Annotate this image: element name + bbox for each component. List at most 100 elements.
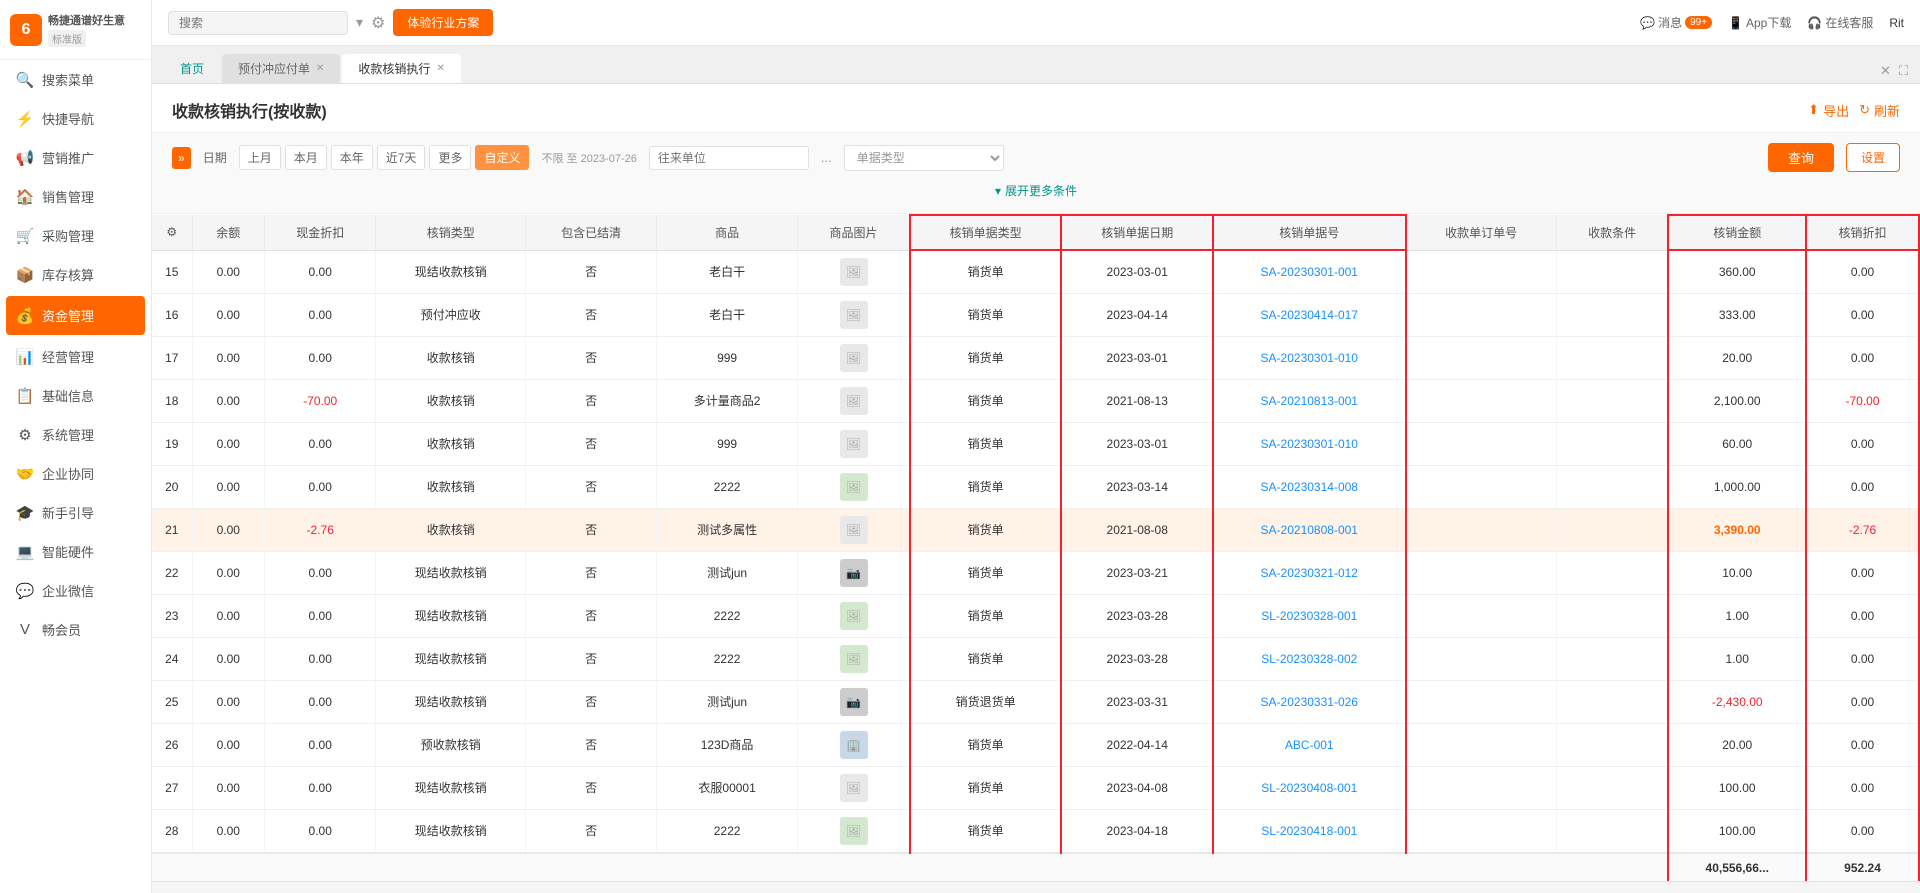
source-unit-input[interactable] — [649, 146, 809, 170]
row-discount: -2.76 — [1806, 508, 1919, 551]
close-window-icon[interactable]: ✕ — [1880, 63, 1891, 79]
custom-date-btn[interactable]: 自定义 — [475, 145, 529, 170]
topbar-dropdown-icon[interactable]: ▾ — [356, 14, 363, 31]
row-doc-date: 2023-03-01 — [1061, 422, 1213, 465]
tab-collection-close-icon[interactable]: ✕ — [436, 63, 444, 74]
solution-button[interactable]: 体验行业方案 — [393, 9, 493, 36]
tab-prepay-close-icon[interactable]: ✕ — [316, 63, 324, 74]
money-icon: 💰 — [16, 307, 34, 325]
row-goods: 测试jun — [656, 551, 797, 594]
row-type: 收款核销 — [376, 508, 526, 551]
sidebar-item-wechat[interactable]: 💬 企业微信 — [0, 571, 151, 610]
row-cash-discount: 0.00 — [265, 250, 376, 293]
sidebar-item-member[interactable]: V 畅会员 — [0, 610, 151, 649]
doc-no-link[interactable]: SA-20230414-017 — [1261, 308, 1358, 322]
sidebar-item-sales[interactable]: 🏠 销售管理 — [0, 177, 151, 216]
row-doc-type: 销货单 — [910, 336, 1062, 379]
filter-collapse-btn[interactable]: » — [172, 147, 191, 169]
sidebar-label-hardware: 智能硬件 — [42, 542, 94, 561]
main-area: ▾ ⚙ 体验行业方案 💬 消息 99+ 📱 App下载 🎧 在线客服 Rit 首… — [152, 0, 1920, 893]
tab-prepay[interactable]: 预付冲应付单 ✕ — [222, 54, 340, 83]
expand-conditions-btn[interactable]: ▾ 展开更多条件 — [985, 178, 1087, 203]
doc-no-link[interactable]: SA-20210813-001 — [1261, 394, 1358, 408]
cart-icon: 🛒 — [16, 227, 34, 245]
tab-home-label: 首页 — [180, 60, 204, 77]
app-download-area[interactable]: 📱 App下载 — [1728, 14, 1791, 31]
doc-no-link[interactable]: SA-20230331-026 — [1261, 695, 1358, 709]
table-row-highlighted: 21 0.00 -2.76 收款核销 否 测试多属性 🖼 销货单 2021-08… — [152, 508, 1919, 551]
sidebar-item-hardware[interactable]: 💻 智能硬件 — [0, 532, 151, 571]
row-img: 🖼 — [798, 293, 910, 336]
row-balance: 0.00 — [192, 680, 265, 723]
refresh-button[interactable]: ↻ 刷新 — [1859, 101, 1900, 120]
topbar-search-input[interactable] — [168, 11, 348, 35]
table-row: 22 0.00 0.00 现结收款核销 否 测试jun 📷 销货单 2023-0… — [152, 551, 1919, 594]
last-month-btn[interactable]: 上月 — [239, 145, 281, 170]
message-label: 消息 — [1658, 14, 1682, 31]
row-doc-date: 2023-03-28 — [1061, 637, 1213, 680]
sidebar-item-newbie[interactable]: 🎓 新手引导 — [0, 493, 151, 532]
doc-no-link[interactable]: SL-20230418-001 — [1261, 824, 1357, 838]
doc-no-link[interactable]: SL-20230328-002 — [1261, 652, 1357, 666]
row-cash-discount: 0.00 — [265, 465, 376, 508]
sidebar-item-shortcuts[interactable]: ⚡ 快捷导航 — [0, 99, 151, 138]
tab-collection[interactable]: 收款核销执行 ✕ — [342, 54, 460, 83]
row-settled: 否 — [526, 766, 657, 809]
row-amount: 1,000.00 — [1668, 465, 1806, 508]
this-year-btn[interactable]: 本年 — [331, 145, 373, 170]
sidebar-item-management[interactable]: 📊 经营管理 — [0, 337, 151, 376]
handshake-icon: 🤝 — [16, 465, 34, 483]
maximize-icon[interactable]: ⛶ — [1899, 63, 1908, 79]
horizontal-scrollbar[interactable] — [152, 881, 1920, 893]
sidebar-item-collab[interactable]: 🤝 企业协同 — [0, 454, 151, 493]
filter-row-1: » 日期 上月 本月 本年 近7天 更多 自定义 不限 至 2023-07-26… — [172, 143, 1900, 172]
doc-no-link[interactable]: SL-20230328-001 — [1261, 609, 1357, 623]
col-settings[interactable]: ⚙ — [152, 215, 192, 250]
row-img: 🖼 — [798, 508, 910, 551]
online-service-label: 在线客服 — [1825, 14, 1873, 31]
sidebar-label-shortcuts: 快捷导航 — [42, 109, 94, 128]
row-type: 现结收款核销 — [376, 637, 526, 680]
row-img: 🖼 — [798, 422, 910, 465]
sidebar-item-basic-info[interactable]: 📋 基础信息 — [0, 376, 151, 415]
doc-no-link[interactable]: SA-20230301-010 — [1261, 351, 1358, 365]
sidebar-item-finance[interactable]: 💰 资金管理 — [6, 296, 145, 335]
doc-no-link[interactable]: SA-20230321-012 — [1261, 566, 1358, 580]
doc-no-link[interactable]: SA-20230301-010 — [1261, 437, 1358, 451]
doc-no-link[interactable]: ABC-001 — [1285, 738, 1334, 752]
sidebar-item-inventory[interactable]: 📦 库存核算 — [0, 255, 151, 294]
date-range-text: 不限 至 2023-07-26 — [541, 150, 636, 166]
export-button[interactable]: ⬆ 导出 — [1808, 101, 1849, 120]
last-7-days-btn[interactable]: 近7天 — [377, 145, 426, 170]
tab-home[interactable]: 首页 — [164, 54, 220, 83]
total-discount: 952.24 — [1806, 853, 1919, 882]
row-condition — [1556, 551, 1668, 594]
doc-no-link[interactable]: SL-20230408-001 — [1261, 781, 1357, 795]
total-label — [152, 853, 1668, 882]
sidebar-item-search[interactable]: 🔍 搜索菜单 — [0, 60, 151, 99]
header-actions: ⬆ 导出 ↻ 刷新 — [1808, 101, 1900, 120]
sidebar-item-system[interactable]: ⚙ 系统管理 — [0, 415, 151, 454]
data-table-container[interactable]: ⚙ 余额 现金折扣 核销类型 包含已结清 商品 商品图片 核销单据类型 核销单据… — [152, 214, 1920, 881]
voucher-type-select[interactable]: 单据类型 — [844, 145, 1004, 171]
online-service-area[interactable]: 🎧 在线客服 — [1807, 14, 1873, 31]
doc-no-link[interactable]: SA-20230301-001 — [1261, 265, 1358, 279]
message-area[interactable]: 💬 消息 99+ — [1640, 14, 1712, 31]
user-name[interactable]: Rit — [1889, 16, 1904, 30]
row-doc-date: 2023-03-31 — [1061, 680, 1213, 723]
more-date-btn[interactable]: 更多 — [429, 145, 471, 170]
sidebar-item-purchase[interactable]: 🛒 采购管理 — [0, 216, 151, 255]
doc-no-link[interactable]: SA-20210808-001 — [1261, 523, 1358, 537]
sidebar-label-marketing: 营销推广 — [42, 148, 94, 167]
query-button[interactable]: 查询 — [1768, 143, 1834, 172]
row-doc-date: 2023-03-01 — [1061, 336, 1213, 379]
sidebar-label-wechat: 企业微信 — [42, 581, 94, 600]
this-month-btn[interactable]: 本月 — [285, 145, 327, 170]
doc-no-link[interactable]: SA-20230314-008 — [1261, 480, 1358, 494]
sidebar-item-marketing[interactable]: 📢 营销推广 — [0, 138, 151, 177]
row-type: 现结收款核销 — [376, 809, 526, 853]
topbar-settings-icon[interactable]: ⚙ — [371, 13, 385, 33]
row-order-no — [1406, 379, 1557, 422]
filter-settings-button[interactable]: 设置 — [1846, 143, 1900, 172]
gear-icon: ⚙ — [16, 426, 34, 444]
